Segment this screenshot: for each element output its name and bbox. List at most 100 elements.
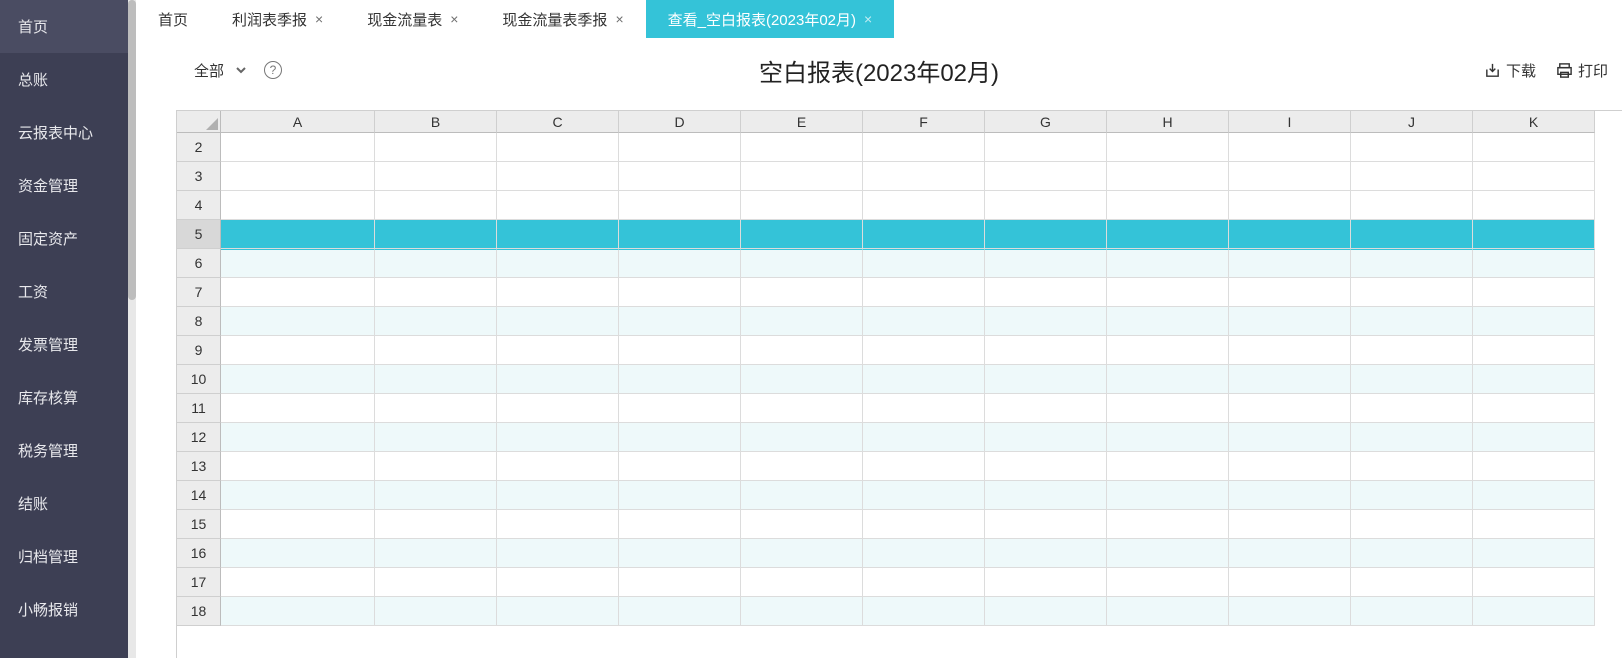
cell-C13[interactable] (497, 452, 619, 481)
cell-H6[interactable] (1107, 249, 1229, 278)
cell-E13[interactable] (741, 452, 863, 481)
cell-C5[interactable] (497, 220, 619, 249)
cell-K5[interactable] (1473, 220, 1595, 249)
row-header-5[interactable]: 5 (177, 220, 221, 249)
cell-C11[interactable] (497, 394, 619, 423)
cell-C7[interactable] (497, 278, 619, 307)
cell-I14[interactable] (1229, 481, 1351, 510)
cell-I3[interactable] (1229, 162, 1351, 191)
cell-D16[interactable] (619, 539, 741, 568)
cell-G18[interactable] (985, 597, 1107, 626)
sidebar-item-3[interactable]: 资金管理 (0, 159, 128, 212)
cell-G16[interactable] (985, 539, 1107, 568)
row-header-10[interactable]: 10 (177, 365, 221, 394)
cell-H10[interactable] (1107, 365, 1229, 394)
cell-B9[interactable] (375, 336, 497, 365)
cell-D2[interactable] (619, 133, 741, 162)
cell-J18[interactable] (1351, 597, 1473, 626)
cell-C18[interactable] (497, 597, 619, 626)
cell-G2[interactable] (985, 133, 1107, 162)
download-button[interactable]: 下载 (1484, 60, 1536, 81)
cell-A18[interactable] (221, 597, 375, 626)
cell-G4[interactable] (985, 191, 1107, 220)
row-header-3[interactable]: 3 (177, 162, 221, 191)
cell-F13[interactable] (863, 452, 985, 481)
cell-H12[interactable] (1107, 423, 1229, 452)
cell-B4[interactable] (375, 191, 497, 220)
column-header-H[interactable]: H (1107, 111, 1229, 133)
cell-K9[interactable] (1473, 336, 1595, 365)
cell-E15[interactable] (741, 510, 863, 539)
cell-D6[interactable] (619, 249, 741, 278)
cell-A3[interactable] (221, 162, 375, 191)
cell-J5[interactable] (1351, 220, 1473, 249)
sidebar-scrollbar-thumb[interactable] (128, 0, 136, 300)
row-header-16[interactable]: 16 (177, 539, 221, 568)
cell-J11[interactable] (1351, 394, 1473, 423)
cell-A5[interactable] (221, 220, 375, 249)
column-header-F[interactable]: F (863, 111, 985, 133)
cell-J8[interactable] (1351, 307, 1473, 336)
cell-I13[interactable] (1229, 452, 1351, 481)
cell-D14[interactable] (619, 481, 741, 510)
cell-G7[interactable] (985, 278, 1107, 307)
sidebar-item-0[interactable]: 首页 (0, 0, 128, 53)
cell-J2[interactable] (1351, 133, 1473, 162)
cell-H7[interactable] (1107, 278, 1229, 307)
cell-I6[interactable] (1229, 249, 1351, 278)
cell-F15[interactable] (863, 510, 985, 539)
cell-G6[interactable] (985, 249, 1107, 278)
cell-K17[interactable] (1473, 568, 1595, 597)
cell-A7[interactable] (221, 278, 375, 307)
cell-F12[interactable] (863, 423, 985, 452)
cell-B7[interactable] (375, 278, 497, 307)
cell-C4[interactable] (497, 191, 619, 220)
close-icon[interactable]: × (615, 11, 623, 27)
cell-H14[interactable] (1107, 481, 1229, 510)
close-icon[interactable]: × (864, 11, 872, 27)
cell-K3[interactable] (1473, 162, 1595, 191)
cell-D5[interactable] (619, 220, 741, 249)
cell-F9[interactable] (863, 336, 985, 365)
row-header-4[interactable]: 4 (177, 191, 221, 220)
sidebar-item-11[interactable]: 小畅报销 (0, 583, 128, 636)
cell-C2[interactable] (497, 133, 619, 162)
cell-F3[interactable] (863, 162, 985, 191)
cell-E4[interactable] (741, 191, 863, 220)
cell-B12[interactable] (375, 423, 497, 452)
cell-B5[interactable] (375, 220, 497, 249)
cell-K8[interactable] (1473, 307, 1595, 336)
cell-H17[interactable] (1107, 568, 1229, 597)
cell-C14[interactable] (497, 481, 619, 510)
cell-I2[interactable] (1229, 133, 1351, 162)
row-header-11[interactable]: 11 (177, 394, 221, 423)
filter-dropdown[interactable]: 全部 (194, 60, 224, 81)
cell-I4[interactable] (1229, 191, 1351, 220)
chevron-down-icon[interactable] (234, 63, 248, 77)
row-header-17[interactable]: 17 (177, 568, 221, 597)
cell-E2[interactable] (741, 133, 863, 162)
sidebar-item-2[interactable]: 云报表中心 (0, 106, 128, 159)
row-header-7[interactable]: 7 (177, 278, 221, 307)
cell-H8[interactable] (1107, 307, 1229, 336)
cell-B11[interactable] (375, 394, 497, 423)
cell-E18[interactable] (741, 597, 863, 626)
cell-C10[interactable] (497, 365, 619, 394)
column-header-D[interactable]: D (619, 111, 741, 133)
help-icon[interactable]: ? (264, 61, 282, 79)
cell-F10[interactable] (863, 365, 985, 394)
cell-I16[interactable] (1229, 539, 1351, 568)
cell-H9[interactable] (1107, 336, 1229, 365)
cell-K6[interactable] (1473, 249, 1595, 278)
cell-I18[interactable] (1229, 597, 1351, 626)
cell-E3[interactable] (741, 162, 863, 191)
cell-C9[interactable] (497, 336, 619, 365)
cell-H13[interactable] (1107, 452, 1229, 481)
cell-H4[interactable] (1107, 191, 1229, 220)
cell-J9[interactable] (1351, 336, 1473, 365)
cell-G5[interactable] (985, 220, 1107, 249)
column-header-J[interactable]: J (1351, 111, 1473, 133)
cell-H18[interactable] (1107, 597, 1229, 626)
tab-0[interactable]: 首页 (136, 0, 210, 38)
cell-B10[interactable] (375, 365, 497, 394)
